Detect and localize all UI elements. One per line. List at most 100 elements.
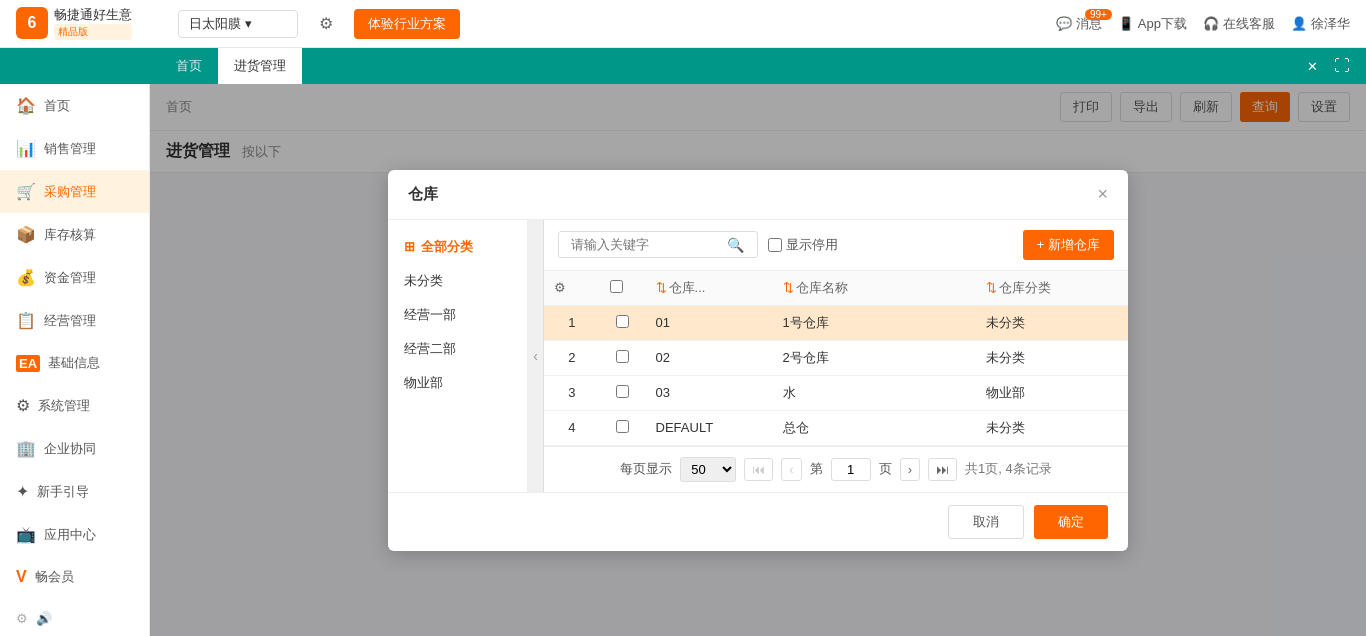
sidebar-item-finance[interactable]: 💰 资金管理 [0,256,149,299]
modal-footer: 取消 确定 [388,492,1128,551]
user-name: 徐泽华 [1311,15,1350,33]
maximize-icon[interactable]: ⛶ [1334,57,1366,75]
sidebar: 🏠 首页 📊 销售管理 🛒 采购管理 📦 库存核算 💰 资金管理 📋 经营管理 … [0,84,150,636]
prev-page-button[interactable]: ‹ [781,458,801,481]
modal-close-button[interactable]: × [1097,184,1108,205]
sidebar-item-system[interactable]: ⚙ 系统管理 [0,384,149,427]
row-check-cell [600,340,646,375]
headset-icon: 🎧 [1203,16,1219,31]
row-code-cell: DEFAULT [646,410,773,445]
sidebar-item-sales[interactable]: 📊 销售管理 [0,127,149,170]
sidebar-item-business[interactable]: 📋 经营管理 [0,299,149,342]
next-page-button[interactable]: › [900,458,920,481]
show-disabled-checkbox[interactable] [768,238,782,252]
cat-item-all[interactable]: ⊞ 全部分类 [388,230,527,264]
cat-item-dept2[interactable]: 经营二部 [388,332,527,366]
basic-icon: EA [16,355,40,372]
sidebar-item-basic[interactable]: EA 基础信息 [0,342,149,384]
cat-label: 未分类 [404,272,443,290]
row-num: 4 [568,420,575,435]
table-row[interactable]: 3 03 水 物业部 [544,375,1128,410]
sidebar-item-apps[interactable]: 📺 应用中心 [0,513,149,556]
total-info: 共1页, 4条记录 [965,460,1052,478]
row-gear-cell: 3 [544,375,600,410]
cat-label: 物业部 [404,374,443,392]
row-name-cell: 总仓 [773,410,976,445]
enterprise-icon: 🏢 [16,439,36,458]
row-checkbox[interactable] [616,350,629,363]
sidebar-item-enterprise[interactable]: 🏢 企业协同 [0,427,149,470]
table-row[interactable]: 2 02 2号仓库 未分类 [544,340,1128,375]
online-service-item[interactable]: 🎧 在线客服 [1203,15,1275,33]
last-page-button[interactable]: ⏭ [928,458,957,481]
gear-header-icon[interactable]: ⚙ [554,280,566,295]
select-all-checkbox[interactable] [610,280,623,293]
table-row[interactable]: 1 01 1号仓库 未分类 [544,305,1128,340]
app-download-label: App下载 [1138,15,1187,33]
logo-badge: 精品版 [54,24,132,40]
user-item[interactable]: 👤 徐泽华 [1291,15,1350,33]
row-cat-cell: 未分类 [976,410,1128,445]
sidebar-item-label: 库存核算 [44,226,96,244]
search-icon[interactable]: 🔍 [727,237,744,253]
dropdown-arrow-icon: ▾ [245,16,252,31]
row-checkbox[interactable] [616,385,629,398]
tab-home[interactable]: 首页 [160,48,218,84]
collapse-button[interactable]: ‹ [528,220,544,492]
content-area: 首页 打印 导出 刷新 查询 设置 进货管理 按以下 仓库 × [150,84,1366,636]
trial-button[interactable]: 体验行业方案 [354,9,460,39]
app-download-item[interactable]: 📱 App下载 [1118,15,1187,33]
cat-item-dept1[interactable]: 经营一部 [388,298,527,332]
store-selector[interactable]: 日太阳膜 ▾ [178,10,298,38]
modal-overlay: 仓库 × ⊞ 全部分类 未分类 经营一 [150,84,1366,636]
online-service-label: 在线客服 [1223,15,1275,33]
row-name-cell: 1号仓库 [773,305,976,340]
row-gear-cell: 2 [544,340,600,375]
settings-bottom-icon[interactable]: ⚙ [16,611,28,626]
col-header-check [600,271,646,306]
guide-icon: ✦ [16,482,29,501]
per-page-select[interactable]: 50 100 200 [680,457,736,482]
cat-item-property[interactable]: 物业部 [388,366,527,400]
row-gear-cell: 4 [544,410,600,445]
col-header-code: ⇅仓库... [646,271,773,306]
close-tab-icon[interactable]: ✕ [1307,59,1334,74]
cat-label: 经营一部 [404,306,456,324]
mobile-icon: 📱 [1118,16,1134,31]
message-item[interactable]: 💬 消息 99+ [1056,15,1102,33]
sidebar-item-purchase[interactable]: 🛒 采购管理 [0,170,149,213]
show-disabled-toggle[interactable]: 显示停用 [768,236,838,254]
col-header-gear: ⚙ [544,271,600,306]
settings-button[interactable]: ⚙ [310,8,342,40]
row-check-cell [600,305,646,340]
row-code-cell: 03 [646,375,773,410]
sidebar-item-guide[interactable]: ✦ 新手引导 [0,470,149,513]
tab-purchase[interactable]: 进货管理 [218,48,302,84]
top-header: 6 畅捷通好生意 精品版 日太阳膜 ▾ ⚙ 体验行业方案 💬 消息 99+ 📱 … [0,0,1366,48]
cat-label: 经营二部 [404,340,456,358]
sidebar-item-home[interactable]: 🏠 首页 [0,84,149,127]
speaker-icon[interactable]: 🔊 [36,611,52,626]
cancel-button[interactable]: 取消 [948,505,1024,539]
confirm-button[interactable]: 确定 [1034,505,1108,539]
row-checkbox[interactable] [616,420,629,433]
sidebar-item-inventory[interactable]: 📦 库存核算 [0,213,149,256]
modal-header: 仓库 × [388,170,1128,220]
inventory-icon: 📦 [16,225,36,244]
row-cat-cell: 未分类 [976,340,1128,375]
sidebar-item-label: 系统管理 [38,397,90,415]
store-name: 日太阳膜 [189,15,241,33]
table-row[interactable]: 4 DEFAULT 总仓 未分类 [544,410,1128,445]
row-checkbox[interactable] [616,315,629,328]
page-number-input[interactable] [831,458,871,481]
cat-item-uncategorized[interactable]: 未分类 [388,264,527,298]
search-input[interactable] [567,232,727,257]
sidebar-item-label: 企业协同 [44,440,96,458]
add-warehouse-button[interactable]: + 新增仓库 [1023,230,1114,260]
first-page-button[interactable]: ⏮ [744,458,773,481]
warehouse-modal: 仓库 × ⊞ 全部分类 未分类 经营一 [388,170,1128,551]
sales-icon: 📊 [16,139,36,158]
sidebar-item-label: 新手引导 [37,483,89,501]
sidebar-item-member[interactable]: V 畅会员 [0,556,149,598]
sidebar-item-label: 首页 [44,97,70,115]
